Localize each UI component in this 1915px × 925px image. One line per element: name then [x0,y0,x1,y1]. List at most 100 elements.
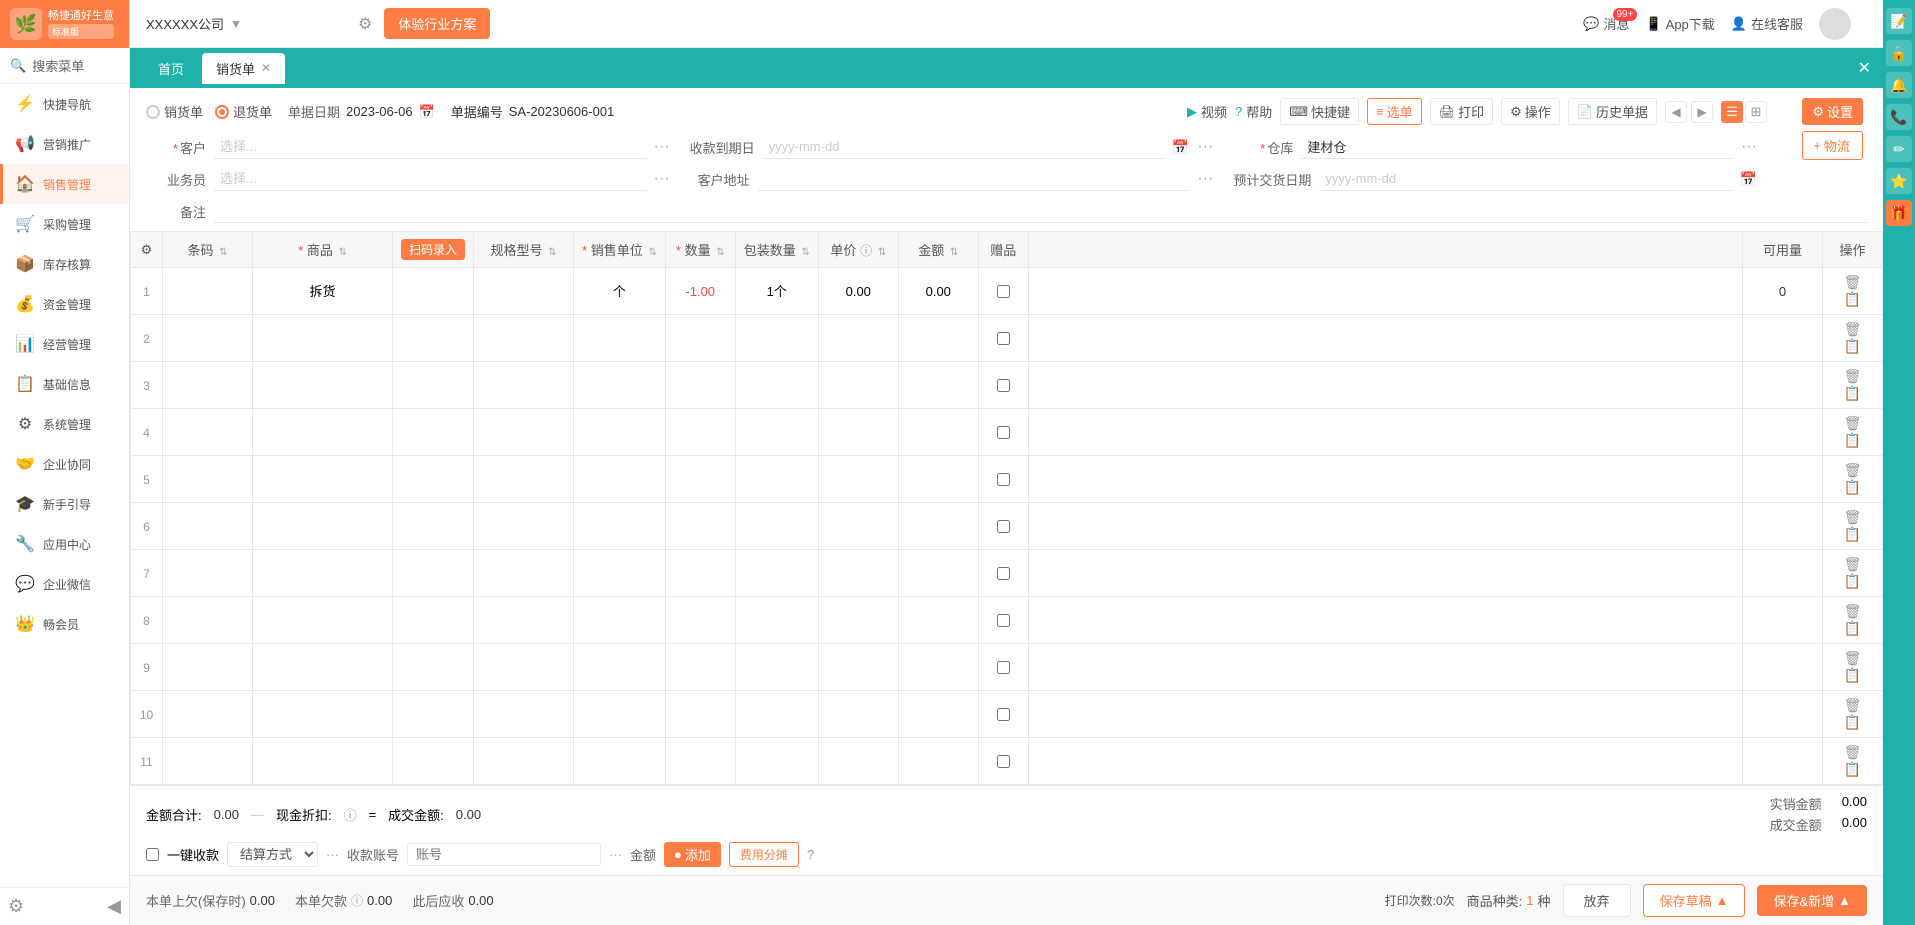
row-unit-cell[interactable] [574,409,666,456]
product-input[interactable] [261,472,384,487]
gift-checkbox[interactable] [997,332,1010,345]
salesperson-input[interactable] [214,167,646,191]
spec-input[interactable] [482,707,565,722]
pkg-input[interactable] [744,519,810,534]
sidebar-collapse-icon[interactable]: ◀ [107,896,121,917]
qty-input[interactable] [674,378,727,393]
spec-input[interactable] [482,613,565,628]
row-amount-cell[interactable] [898,597,978,644]
row-unit-cell[interactable] [574,456,666,503]
tool-print[interactable]: 🖨 打印 [1430,98,1494,125]
spec-input[interactable] [482,472,565,487]
row-qty-cell[interactable] [665,550,735,597]
row-product-cell[interactable] [253,503,393,550]
row-unit-cell[interactable] [574,362,666,409]
row-price-cell[interactable] [818,315,898,362]
user-avatar[interactable] [1819,8,1851,40]
pkg-input[interactable] [744,707,810,722]
sidebar-item-basic[interactable]: 📋 基础信息 [0,364,129,404]
price-input[interactable] [827,707,890,722]
tool-video[interactable]: ▶ 视频 [1187,102,1227,121]
pkg-input[interactable] [744,566,810,581]
delete-row-icon[interactable]: 🗑 [1844,415,1862,431]
row-gift-cell[interactable] [978,456,1028,503]
row-spec-cell[interactable] [474,503,574,550]
expected-date-calendar-icon[interactable]: 📅 [1740,171,1757,188]
unit-input[interactable] [582,425,657,440]
barcode-input[interactable] [171,472,244,487]
row-spec-cell[interactable] [474,691,574,738]
product-input[interactable] [261,660,384,675]
pkg-input[interactable] [744,378,810,393]
discount-info-icon[interactable]: ⓘ [344,805,357,824]
row-product-cell[interactable] [253,268,393,315]
delete-row-icon[interactable]: 🗑 [1844,650,1862,666]
copy-row-icon[interactable]: 📋 [1844,291,1861,307]
row-pkg-cell[interactable] [735,503,818,550]
sidebar-item-guide[interactable]: 🎓 新手引导 [0,484,129,524]
right-panel-btn-1[interactable]: 📝 [1886,8,1912,34]
sidebar-item-enterprise[interactable]: 🤝 企业协同 [0,444,129,484]
view-list-icon[interactable]: ☰ [1721,101,1743,123]
one-click-payment-checkbox[interactable] [146,848,159,861]
sidebar-item-quick-nav[interactable]: ⚡ 快捷导航 [0,84,129,124]
barcode-input[interactable] [171,754,244,769]
amount-input[interactable] [907,425,970,440]
expense-help-icon[interactable]: ? [807,847,814,862]
row-amount-cell[interactable] [898,738,978,785]
product-input[interactable] [261,754,384,769]
row-unit-cell[interactable] [574,738,666,785]
row-gift-cell[interactable] [978,691,1028,738]
spec-input[interactable] [482,425,565,440]
spec-input[interactable] [482,284,565,299]
sidebar-item-wechat[interactable]: 💬 企业微信 [0,564,129,604]
copy-row-icon[interactable]: 📋 [1844,761,1861,777]
unit-input[interactable] [582,331,657,346]
account-more-icon[interactable]: ··· [609,847,622,862]
row-unit-cell[interactable] [574,268,666,315]
product-input[interactable] [261,707,384,722]
qty-input[interactable] [674,613,727,628]
row-qty-cell[interactable] [665,315,735,362]
qty-input[interactable] [674,472,727,487]
row-gift-cell[interactable] [978,503,1028,550]
row-price-cell[interactable] [818,362,898,409]
barcode-input[interactable] [171,284,244,299]
delete-row-icon[interactable]: 🗑 [1844,556,1862,572]
payment-method-more-icon[interactable]: ··· [326,847,339,862]
price-input[interactable] [827,331,890,346]
delete-row-icon[interactable]: 🗑 [1844,274,1862,290]
unit-input[interactable] [582,378,657,393]
delete-row-icon[interactable]: 🗑 [1844,321,1862,337]
right-panel-btn-4[interactable]: 📞 [1886,104,1912,130]
gift-checkbox[interactable] [997,520,1010,533]
row-pkg-cell[interactable] [735,315,818,362]
bill-owe-info-icon[interactable]: ⓘ [351,892,363,909]
qty-input[interactable] [674,707,727,722]
tool-select[interactable]: ≡ 选单 [1367,98,1422,125]
sidebar-item-inventory[interactable]: 📦 库存核算 [0,244,129,284]
row-price-cell[interactable] [818,597,898,644]
row-amount-cell[interactable] [898,550,978,597]
price-input[interactable] [827,284,890,299]
row-spec-cell[interactable] [474,409,574,456]
barcode-input[interactable] [171,519,244,534]
row-price-cell[interactable] [818,268,898,315]
online-service-button[interactable]: 👤 在线客服 [1731,14,1803,33]
row-spec-cell[interactable] [474,362,574,409]
unit-input[interactable] [582,566,657,581]
row-price-cell[interactable] [818,691,898,738]
row-amount-cell[interactable] [898,268,978,315]
row-pkg-cell[interactable] [735,268,818,315]
copy-row-icon[interactable]: 📋 [1844,338,1861,354]
delete-row-icon[interactable]: 🗑 [1844,462,1862,478]
row-amount-cell[interactable] [898,644,978,691]
barcode-input[interactable] [171,660,244,675]
salesperson-more-icon[interactable]: ··· [654,170,670,188]
row-price-cell[interactable] [818,738,898,785]
customer-input[interactable] [214,135,646,159]
sidebar-search[interactable]: 🔍 搜索菜单 [0,48,129,84]
gift-checkbox[interactable] [997,426,1010,439]
radio-sales-order[interactable]: 销货单 [146,102,203,121]
row-barcode-cell[interactable] [163,362,253,409]
